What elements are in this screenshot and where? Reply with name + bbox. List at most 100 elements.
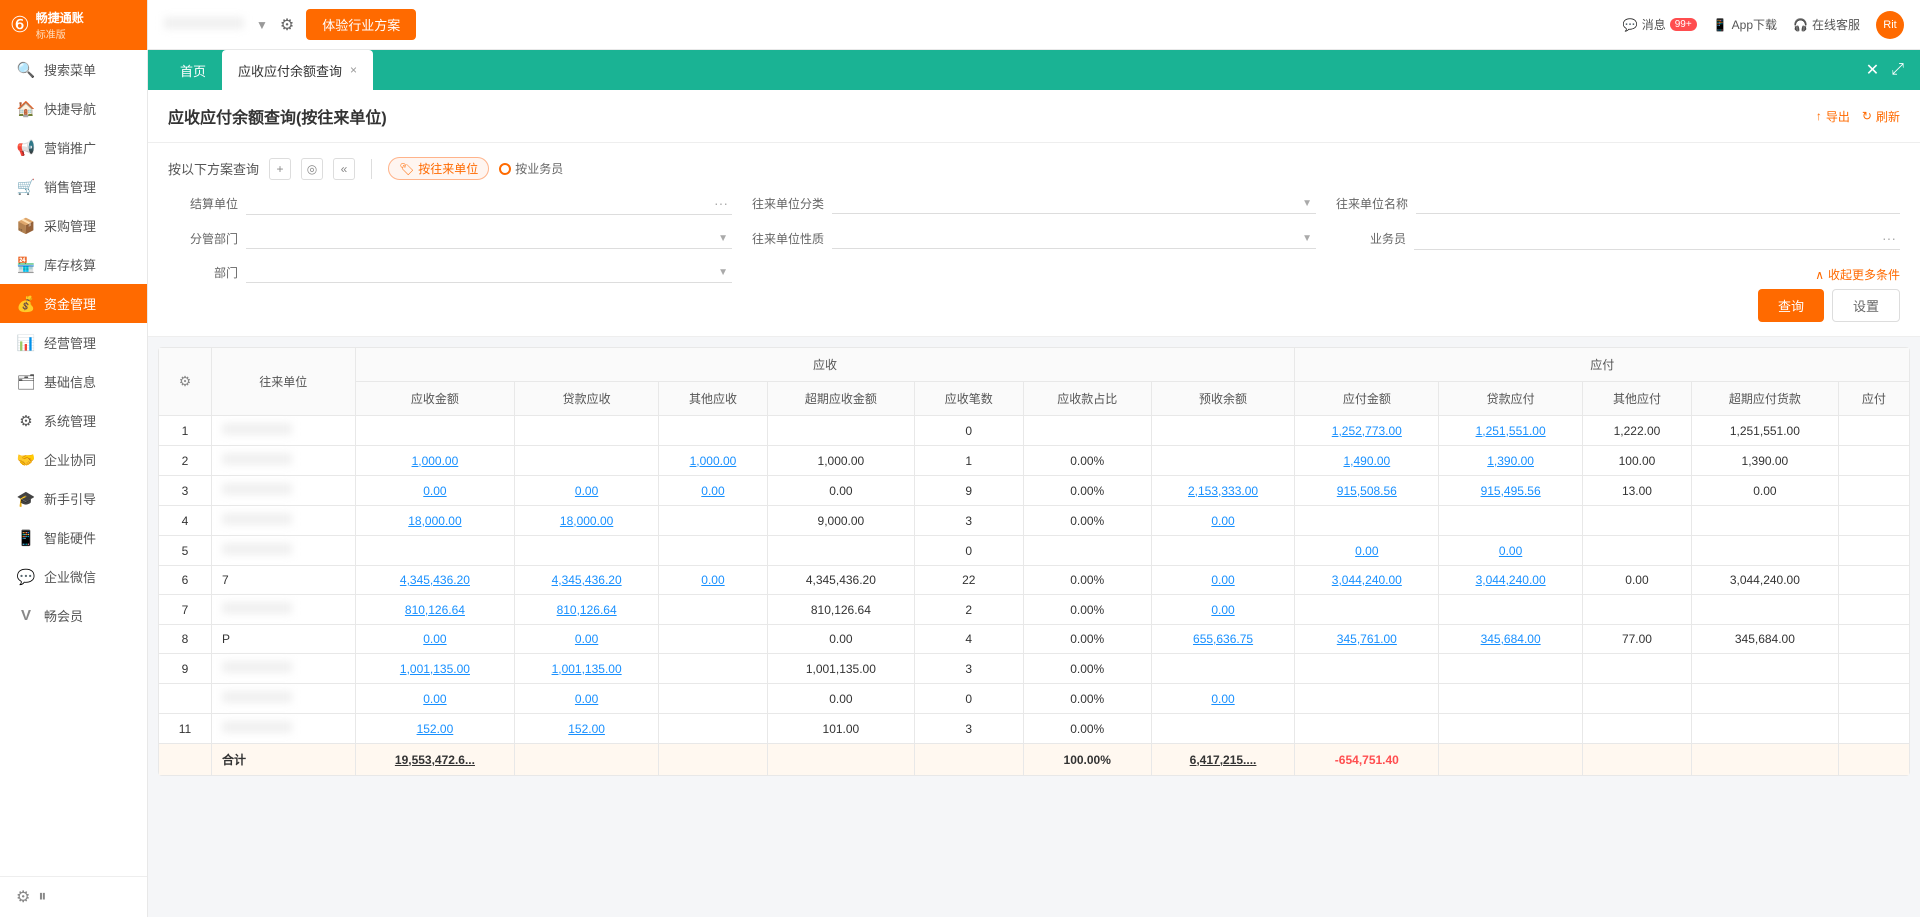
row-ap-amount[interactable] <box>1295 684 1439 714</box>
partner-nature-wrap[interactable]: ▼ <box>832 228 1316 249</box>
sidebar-item-member[interactable]: V 畅会员 <box>0 596 147 635</box>
partner-nature-input[interactable] <box>836 231 1298 245</box>
partner-name-input[interactable] <box>1420 196 1896 210</box>
row-ap-amount[interactable] <box>1295 654 1439 684</box>
sidebar-item-system[interactable]: ⚙ 系统管理 <box>0 401 147 440</box>
row-ar-other[interactable]: 0.00 <box>659 566 768 595</box>
messages-btn[interactable]: 💬 消息 99+ <box>1623 16 1697 33</box>
row-ap-loan[interactable] <box>1439 654 1583 684</box>
row-ar-loan[interactable]: 0.00 <box>515 684 659 714</box>
query-btn[interactable]: 查询 <box>1758 289 1824 322</box>
row-ap-loan[interactable]: 1,390.00 <box>1439 446 1583 476</box>
settings-footer-icon[interactable]: ⚙ <box>16 887 30 907</box>
row-ar-loan[interactable]: 18,000.00 <box>515 506 659 536</box>
maximize-icon[interactable]: ⤢ <box>1891 61 1904 79</box>
sidebar-item-collab[interactable]: 🤝 企业协同 <box>0 440 147 479</box>
row-ap-loan[interactable] <box>1439 595 1583 625</box>
row-ar-prepay[interactable]: 0.00 <box>1151 566 1295 595</box>
app-download-btn[interactable]: 📱 App下载 <box>1713 16 1777 33</box>
sidebar-item-sales[interactable]: 🛒 销售管理 <box>0 167 147 206</box>
row-ar-amount[interactable]: 1,000.00 <box>355 446 515 476</box>
row-ar-amount[interactable] <box>355 416 515 446</box>
row-ap-loan[interactable] <box>1439 506 1583 536</box>
sidebar-item-finance[interactable]: 💰 资金管理 <box>0 284 147 323</box>
row-ar-other[interactable] <box>659 416 768 446</box>
row-ar-other[interactable] <box>659 684 768 714</box>
salesperson-wrap[interactable]: ··· <box>1414 227 1900 250</box>
row-ar-amount[interactable]: 152.00 <box>355 714 515 744</box>
sidebar-item-search[interactable]: 🔍 搜索菜单 <box>0 50 147 89</box>
tab-ar-query[interactable]: 应收应付余额查询 × <box>222 50 373 90</box>
row-ar-loan[interactable] <box>515 416 659 446</box>
trial-btn[interactable]: 体验行业方案 <box>306 9 416 40</box>
sidebar-item-wechat[interactable]: 💬 企业微信 <box>0 557 147 596</box>
row-ar-amount[interactable]: 0.00 <box>355 684 515 714</box>
row-ar-prepay[interactable] <box>1151 654 1295 684</box>
row-ar-loan[interactable] <box>515 536 659 566</box>
sidebar-item-management[interactable]: 📊 经营管理 <box>0 323 147 362</box>
tab-close-btn[interactable]: × <box>350 63 357 77</box>
th-gear[interactable]: ⚙ <box>159 348 212 416</box>
row-ar-amount[interactable]: 810,126.64 <box>355 595 515 625</box>
row-ar-loan[interactable]: 4,345,436.20 <box>515 566 659 595</box>
filter-option-by-sales[interactable]: 按业务员 <box>499 160 563 177</box>
tab-home[interactable]: 首页 <box>164 50 222 90</box>
row-ar-amount[interactable]: 4,345,436.20 <box>355 566 515 595</box>
row-ar-prepay[interactable] <box>1151 416 1295 446</box>
salesperson-dots[interactable]: ··· <box>1882 230 1896 246</box>
salesperson-input[interactable] <box>1418 231 1878 245</box>
row-ar-other[interactable] <box>659 714 768 744</box>
row-ar-loan[interactable]: 0.00 <box>515 476 659 506</box>
row-ar-other[interactable] <box>659 506 768 536</box>
partner-name-wrap[interactable] <box>1416 193 1900 214</box>
row-ap-amount[interactable]: 0.00 <box>1295 536 1439 566</box>
row-ap-loan[interactable]: 345,684.00 <box>1439 625 1583 654</box>
topbar-gear-icon[interactable]: ⚙ <box>280 15 294 35</box>
collapse-btn[interactable]: ∧ 收起更多条件 <box>1815 266 1900 283</box>
sidebar-item-nav[interactable]: 🏠 快捷导航 <box>0 89 147 128</box>
total-ar-prepay[interactable]: 6,417,215.... <box>1151 744 1295 776</box>
row-ar-amount[interactable] <box>355 536 515 566</box>
row-ar-amount[interactable]: 0.00 <box>355 625 515 654</box>
sidebar-item-guide[interactable]: 🎓 新手引导 <box>0 479 147 518</box>
settlement-dots[interactable]: ··· <box>714 195 728 211</box>
settlement-input[interactable] <box>250 196 710 210</box>
row-ap-loan[interactable] <box>1439 714 1583 744</box>
row-ar-loan[interactable]: 810,126.64 <box>515 595 659 625</box>
row-ar-other[interactable] <box>659 595 768 625</box>
row-ar-other[interactable] <box>659 625 768 654</box>
sidebar-item-basic-info[interactable]: 🗂 基础信息 <box>0 362 147 401</box>
close-window-icon[interactable]: ✕ <box>1866 60 1879 80</box>
setting-btn[interactable]: 设置 <box>1832 289 1900 322</box>
row-ar-other[interactable]: 0.00 <box>659 476 768 506</box>
row-ar-prepay[interactable]: 655,636.75 <box>1151 625 1295 654</box>
partner-cat-input[interactable] <box>836 196 1298 210</box>
row-ar-prepay[interactable] <box>1151 446 1295 476</box>
row-ar-prepay[interactable] <box>1151 536 1295 566</box>
row-ar-prepay[interactable]: 0.00 <box>1151 684 1295 714</box>
row-ap-amount[interactable]: 3,044,240.00 <box>1295 566 1439 595</box>
row-ar-other[interactable] <box>659 536 768 566</box>
row-ar-loan[interactable] <box>515 446 659 476</box>
row-ar-prepay[interactable]: 0.00 <box>1151 506 1295 536</box>
row-ar-loan[interactable]: 1,001,135.00 <box>515 654 659 684</box>
row-ap-amount[interactable]: 915,508.56 <box>1295 476 1439 506</box>
row-ar-loan[interactable]: 0.00 <box>515 625 659 654</box>
dept-wrap[interactable]: ▼ <box>246 262 732 283</box>
refresh-btn[interactable]: ↻ 刷新 <box>1862 108 1900 125</box>
add-scheme-btn[interactable]: + <box>269 158 291 180</box>
total-ar-amount[interactable]: 19,553,472.6... <box>355 744 515 776</box>
row-ap-amount[interactable]: 1,490.00 <box>1295 446 1439 476</box>
row-ar-other[interactable] <box>659 654 768 684</box>
row-ar-amount[interactable]: 1,001,135.00 <box>355 654 515 684</box>
row-ar-other[interactable]: 1,000.00 <box>659 446 768 476</box>
sidebar-item-marketing[interactable]: 📢 营销推广 <box>0 128 147 167</box>
row-ar-prepay[interactable]: 0.00 <box>1151 595 1295 625</box>
row-ap-amount[interactable] <box>1295 714 1439 744</box>
row-ap-loan[interactable]: 3,044,240.00 <box>1439 566 1583 595</box>
row-ap-loan[interactable] <box>1439 684 1583 714</box>
branch-input[interactable] <box>250 231 714 245</box>
dropdown-icon[interactable]: ▼ <box>256 18 268 32</box>
row-ap-amount[interactable]: 345,761.00 <box>1295 625 1439 654</box>
sidebar-item-hardware[interactable]: 📱 智能硬件 <box>0 518 147 557</box>
